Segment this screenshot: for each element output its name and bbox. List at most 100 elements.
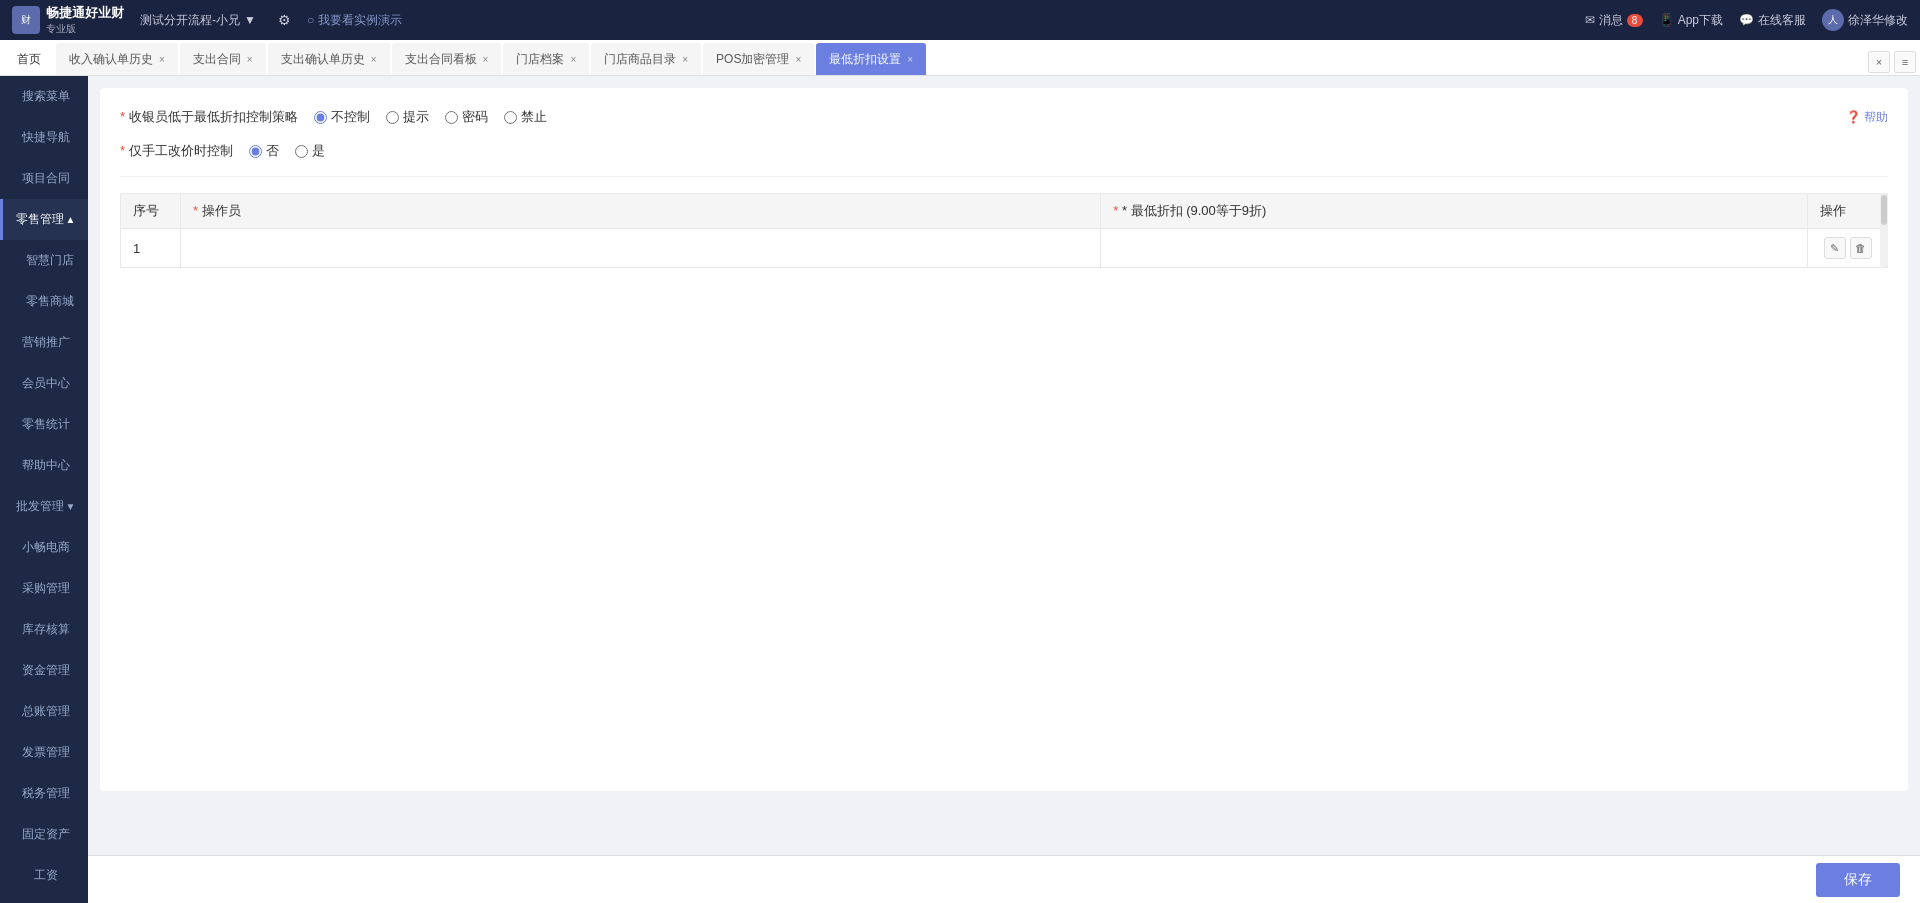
col-header-action: 操作 — [1808, 194, 1888, 229]
sidebar-item-invoice-management[interactable]: 发票管理 — [0, 732, 88, 773]
logo-text-block: 畅捷通好业财 专业版 — [46, 4, 124, 36]
sidebar-item-project-contract[interactable]: 项目合同 — [0, 158, 88, 199]
user-profile-button[interactable]: 人 徐泽华修改 — [1822, 9, 1908, 31]
edit-row-button[interactable]: ✎ — [1824, 237, 1846, 259]
sidebar-item-purchase-management[interactable]: 采购管理 — [0, 568, 88, 609]
tab-close-icon[interactable]: × — [795, 54, 801, 65]
content-area: 收银员低于最低折扣控制策略 不控制 提示 — [88, 76, 1920, 903]
app-download-label: App下载 — [1678, 12, 1723, 29]
sidebar-label: 小畅电商 — [7, 539, 84, 556]
sidebar-item-payroll[interactable]: 工资 — [0, 855, 88, 896]
sidebar-item-search-menu[interactable]: 搜索菜单 — [0, 76, 88, 117]
messages-button[interactable]: ✉ 消息 8 — [1585, 12, 1643, 29]
sidebar-settings-button[interactable]: ⚙ — [0, 896, 88, 903]
sidebar-item-quick-nav[interactable]: 快捷导航 — [0, 117, 88, 158]
tab-label: 支出确认单历史 — [281, 51, 365, 68]
white-card: 收银员低于最低折扣控制策略 不控制 提示 — [100, 88, 1908, 791]
service-icon: 💬 — [1739, 13, 1754, 27]
tab-pay-confirm-history[interactable]: 支出确认单历史 × — [268, 43, 390, 75]
sidebar-item-member-center[interactable]: 会员中心 — [0, 363, 88, 404]
radio-no-label: 否 — [266, 142, 279, 160]
tab-store-archive[interactable]: 门店档案 × — [503, 43, 589, 75]
tab-label: POS加密管理 — [716, 51, 789, 68]
sidebar-label: 帮助中心 — [7, 457, 84, 474]
table-header-row: 序号 操作员 * 最低折扣 (9.00等于9折) 操作 — [121, 194, 1888, 229]
tab-income-confirm-history[interactable]: 收入确认单历史 × — [56, 43, 178, 75]
radio-password[interactable]: 密码 — [445, 108, 488, 126]
radio-password-label: 密码 — [462, 108, 488, 126]
sidebar-item-marketing[interactable]: 营销推广 — [0, 322, 88, 363]
help-label: 帮助 — [1864, 109, 1888, 126]
project-selector[interactable]: 测试分开流程-小兄 ▼ — [134, 10, 262, 31]
radio-yes[interactable]: 是 — [295, 142, 325, 160]
help-icon: ❓ — [1846, 110, 1861, 124]
tab-close-icon[interactable]: × — [371, 54, 377, 65]
radio-forbid-input[interactable] — [504, 111, 517, 124]
settings-icon-button[interactable]: ⚙ — [272, 10, 297, 30]
sidebar-item-inventory[interactable]: 库存核算 — [0, 609, 88, 650]
sidebar-item-capital-management[interactable]: 资金管理 — [0, 650, 88, 691]
tab-close-icon[interactable]: × — [907, 54, 913, 65]
tab-close-icon[interactable]: × — [483, 54, 489, 65]
tab-pay-contract[interactable]: 支出合同 × — [180, 43, 266, 75]
radio-no-control[interactable]: 不控制 — [314, 108, 370, 126]
delete-row-button[interactable]: 🗑 — [1850, 237, 1872, 259]
sidebar-label: 资金管理 — [7, 662, 84, 679]
tab-label: 收入确认单历史 — [69, 51, 153, 68]
messages-label: 消息 — [1599, 12, 1623, 29]
sidebar-item-smart-store[interactable]: 智慧门店 — [0, 240, 88, 281]
radio-remind-input[interactable] — [386, 111, 399, 124]
cell-seq: 1 — [121, 229, 181, 268]
sidebar-item-retail-management[interactable]: 零售管理 ▲ — [0, 199, 88, 240]
tab-pay-contract-board[interactable]: 支出合同看板 × — [392, 43, 502, 75]
radio-no-control-input[interactable] — [314, 111, 327, 124]
help-link[interactable]: ❓ 帮助 — [1846, 109, 1888, 126]
tab-close-icon[interactable]: × — [247, 54, 253, 65]
app-edition: 专业版 — [46, 22, 124, 36]
save-bar: 保存 — [88, 855, 1920, 903]
sidebar-item-help-center[interactable]: 帮助中心 — [0, 445, 88, 486]
tab-menu-button[interactable]: ≡ — [1894, 51, 1916, 73]
sidebar-label: 快捷导航 — [7, 129, 84, 146]
sidebar-label: 零售统计 — [7, 416, 84, 433]
tab-bar: 首页 收入确认单历史 × 支出合同 × 支出确认单历史 × 支出合同看板 × 门… — [0, 40, 1920, 76]
app-download-icon: 📱 — [1659, 13, 1674, 27]
app-download-button[interactable]: 📱 App下载 — [1659, 12, 1723, 29]
radio-forbid[interactable]: 禁止 — [504, 108, 547, 126]
sidebar-item-ecommerce[interactable]: 小畅电商 — [0, 527, 88, 568]
sidebar-label: 智慧门店 — [15, 252, 84, 269]
radio-remind[interactable]: 提示 — [386, 108, 429, 126]
sidebar-item-tax-management[interactable]: 税务管理 — [0, 773, 88, 814]
form-section: 收银员低于最低折扣控制策略 不控制 提示 — [120, 108, 1888, 177]
sidebar-item-general-ledger[interactable]: 总账管理 — [0, 691, 88, 732]
sidebar-item-fixed-assets[interactable]: 固定资产 — [0, 814, 88, 855]
sidebar-item-retail-stats[interactable]: 零售统计 — [0, 404, 88, 445]
sidebar-item-retail-mall[interactable]: 零售商城 — [0, 281, 88, 322]
tab-close-icon[interactable]: × — [682, 54, 688, 65]
cashier-policy-radio-group: 不控制 提示 密码 禁 — [314, 108, 547, 126]
tab-close-icon[interactable]: × — [570, 54, 576, 65]
table-scrollbar[interactable] — [1880, 193, 1888, 268]
save-button[interactable]: 保存 — [1816, 863, 1900, 897]
chevron-up-icon: ▲ — [66, 214, 76, 225]
table-row: 1 ✎ 🗑 — [121, 229, 1888, 268]
radio-password-input[interactable] — [445, 111, 458, 124]
sidebar-label: 库存核算 — [7, 621, 84, 638]
sidebar-label: 固定资产 — [7, 826, 84, 843]
tab-pos-password[interactable]: POS加密管理 × — [703, 43, 814, 75]
radio-yes-input[interactable] — [295, 145, 308, 158]
online-service-button[interactable]: 💬 在线客服 — [1739, 12, 1806, 29]
tab-store-product-catalog[interactable]: 门店商品目录 × — [591, 43, 701, 75]
sidebar-item-wholesale-management[interactable]: 批发管理 ▼ — [0, 486, 88, 527]
radio-no[interactable]: 否 — [249, 142, 279, 160]
tab-min-discount-settings[interactable]: 最低折扣设置 × — [816, 43, 926, 75]
tab-home[interactable]: 首页 — [4, 43, 54, 75]
demo-link[interactable]: ○ 我要看实例演示 — [307, 12, 402, 29]
tab-close-all-button[interactable]: × — [1868, 51, 1890, 73]
project-name: 测试分开流程-小兄 — [140, 12, 240, 29]
sidebar-label: 总账管理 — [7, 703, 84, 720]
sidebar-label: 采购管理 — [7, 580, 84, 597]
radio-no-input[interactable] — [249, 145, 262, 158]
tab-close-icon[interactable]: × — [159, 54, 165, 65]
sidebar-label: 会员中心 — [7, 375, 84, 392]
